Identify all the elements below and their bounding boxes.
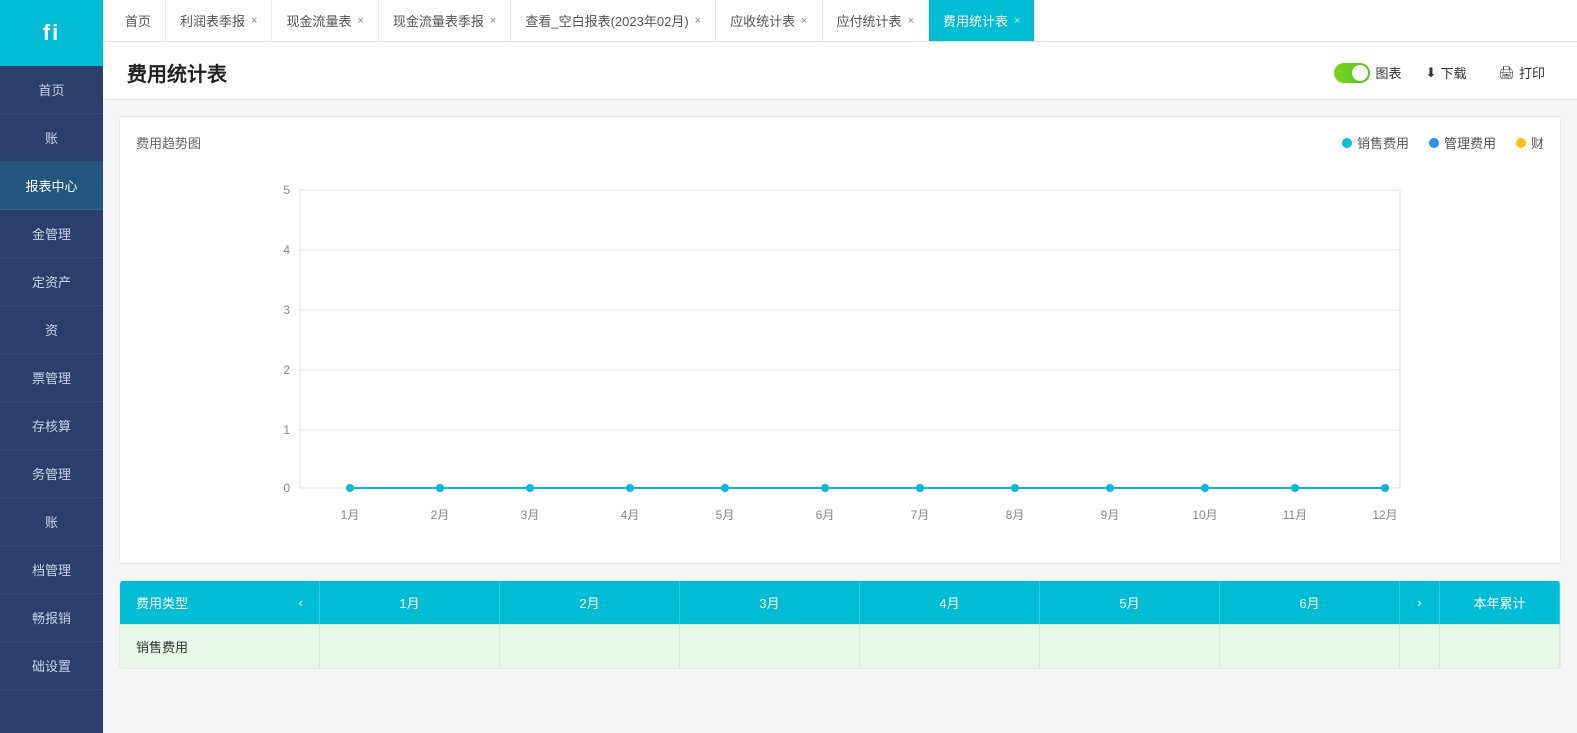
svg-text:0: 0: [283, 481, 290, 495]
th-month6: 6月: [1220, 581, 1400, 624]
th-nav-next[interactable]: ›: [1400, 581, 1440, 624]
td-nav: [1400, 625, 1440, 668]
main-area: 首页 利润表季报 × 现金流量表 × 现金流量表季报 × 查看_空白报表(202…: [103, 0, 1577, 733]
chart-toggle[interactable]: [1334, 63, 1370, 83]
legend-finance: 财: [1516, 133, 1544, 152]
td-m1: [320, 625, 500, 668]
legend-dot-finance: [1516, 138, 1526, 148]
svg-text:4月: 4月: [621, 508, 640, 522]
legend-label-finance: 财: [1531, 133, 1544, 152]
svg-text:1: 1: [283, 423, 290, 437]
tab-cashflow[interactable]: 现金流量表 ×: [272, 0, 378, 42]
print-button[interactable]: 🖨 打印: [1490, 59, 1553, 86]
tab-payable[interactable]: 应付统计表 ×: [823, 0, 929, 42]
close-tab-payable[interactable]: ×: [908, 15, 914, 27]
sidebar-item-tickets[interactable]: 票管理: [0, 354, 103, 402]
tab-expense-stats[interactable]: 费用统计表 ×: [929, 0, 1035, 42]
svg-text:7月: 7月: [911, 508, 930, 522]
svg-text:5月: 5月: [716, 508, 735, 522]
sidebar-item-ledger[interactable]: 账: [0, 498, 103, 546]
svg-text:9月: 9月: [1101, 508, 1120, 522]
download-button[interactable]: ⬇ 下载: [1418, 59, 1475, 86]
legend-admin: 管理费用: [1429, 133, 1496, 152]
legend-dot-admin: [1429, 138, 1439, 148]
th-month5: 5月: [1040, 581, 1220, 624]
svg-text:5: 5: [283, 183, 290, 197]
sidebar-item-settings[interactable]: 础设置: [0, 642, 103, 690]
print-icon: 🖨: [1498, 65, 1515, 81]
chart-legend: 销售费用 管理费用 财: [1342, 133, 1544, 152]
svg-text:11月: 11月: [1283, 508, 1307, 522]
chart-container: 5 4 3 2 1 0: [136, 164, 1544, 547]
svg-text:6月: 6月: [816, 508, 835, 522]
close-tab-blank-report[interactable]: ×: [695, 15, 701, 27]
svg-text:2: 2: [283, 363, 290, 377]
sidebar-logo: fi: [0, 0, 103, 66]
th-yearly-total: 本年累计: [1440, 581, 1560, 624]
svg-text:8月: 8月: [1006, 508, 1025, 522]
close-tab-receivable[interactable]: ×: [801, 15, 807, 27]
svg-text:3: 3: [283, 303, 290, 317]
sidebar-item-inventory[interactable]: 存核算: [0, 402, 103, 450]
sidebar-item-files[interactable]: 档管理: [0, 546, 103, 594]
legend-label-sales: 销售费用: [1357, 133, 1409, 152]
page-header: 费用统计表 图表 ⬇ 下载 🖨 打印: [103, 42, 1577, 100]
sidebar-item-account[interactable]: 账: [0, 114, 103, 162]
th-month1: 1月: [320, 581, 500, 624]
legend-dot-sales: [1342, 138, 1352, 148]
td-m6: [1220, 625, 1400, 668]
chart-header: 费用趋势图 销售费用 管理费用 财: [136, 133, 1544, 152]
td-m3: [680, 625, 860, 668]
chart-section: 费用趋势图 销售费用 管理费用 财: [119, 116, 1561, 564]
td-type: 销售费用: [120, 625, 320, 668]
tab-blank-report[interactable]: 查看_空白报表(2023年02月) ×: [511, 0, 716, 42]
table-row: 销售费用: [120, 624, 1560, 668]
sidebar-item-services[interactable]: 务管理: [0, 450, 103, 498]
th-month2: 2月: [500, 581, 680, 624]
th-month4: 4月: [860, 581, 1040, 624]
td-m5: [1040, 625, 1220, 668]
sidebar-item-resources[interactable]: 资: [0, 306, 103, 354]
close-tab-cashflow[interactable]: ×: [357, 15, 363, 27]
sidebar-item-assets[interactable]: 定资产: [0, 258, 103, 306]
td-m2: [500, 625, 680, 668]
svg-text:12月: 12月: [1372, 508, 1397, 522]
svg-text:1月: 1月: [341, 508, 360, 522]
chart-title: 费用趋势图: [136, 133, 201, 152]
table-header: 费用类型 ‹ 1月 2月 3月 4月 5月 6月 › 本年累计: [120, 581, 1560, 624]
svg-text:3月: 3月: [521, 508, 540, 522]
legend-sales: 销售费用: [1342, 133, 1409, 152]
chart-toggle-label: 图表: [1376, 63, 1402, 82]
trend-chart: 5 4 3 2 1 0: [136, 164, 1544, 544]
sidebar-item-reports[interactable]: 报表中心: [0, 162, 103, 210]
chart-toggle-wrap: 图表: [1334, 63, 1402, 83]
tab-receivable[interactable]: 应收统计表 ×: [716, 0, 822, 42]
sidebar: fi 首页 账 报表中心 金管理 定资产 资 票管理 存核算 务管理 账 档管理…: [0, 0, 103, 733]
tab-cashflow-quarterly[interactable]: 现金流量表季报 ×: [379, 0, 511, 42]
sidebar-item-home[interactable]: 首页: [0, 66, 103, 114]
table-section: 费用类型 ‹ 1月 2月 3月 4月 5月 6月 › 本年累计 销售费用: [119, 580, 1561, 669]
svg-text:4: 4: [283, 243, 290, 257]
svg-text:2月: 2月: [431, 508, 450, 522]
close-tab-cashflow-quarterly[interactable]: ×: [490, 15, 496, 27]
tab-home[interactable]: 首页: [111, 0, 166, 42]
legend-label-admin: 管理费用: [1444, 133, 1496, 152]
tab-bar: 首页 利润表季报 × 现金流量表 × 现金流量表季报 × 查看_空白报表(202…: [103, 0, 1577, 42]
sidebar-item-finance[interactable]: 金管理: [0, 210, 103, 258]
sidebar-item-expense[interactable]: 畅报销: [0, 594, 103, 642]
content-area: 费用统计表 图表 ⬇ 下载 🖨 打印 费用趋势图: [103, 42, 1577, 733]
close-tab-profit-quarterly[interactable]: ×: [251, 15, 257, 27]
header-actions: 图表 ⬇ 下载 🖨 打印: [1334, 59, 1553, 86]
th-nav-prev[interactable]: ‹: [299, 595, 303, 610]
th-month3: 3月: [680, 581, 860, 624]
page-title: 费用统计表: [127, 58, 227, 87]
svg-text:10月: 10月: [1192, 508, 1217, 522]
tab-profit-quarterly[interactable]: 利润表季报 ×: [166, 0, 272, 42]
td-m4: [860, 625, 1040, 668]
th-expense-type: 费用类型 ‹: [120, 581, 320, 624]
download-icon: ⬇: [1426, 65, 1437, 81]
td-total: [1440, 625, 1560, 668]
close-tab-expense-stats[interactable]: ×: [1014, 15, 1020, 27]
